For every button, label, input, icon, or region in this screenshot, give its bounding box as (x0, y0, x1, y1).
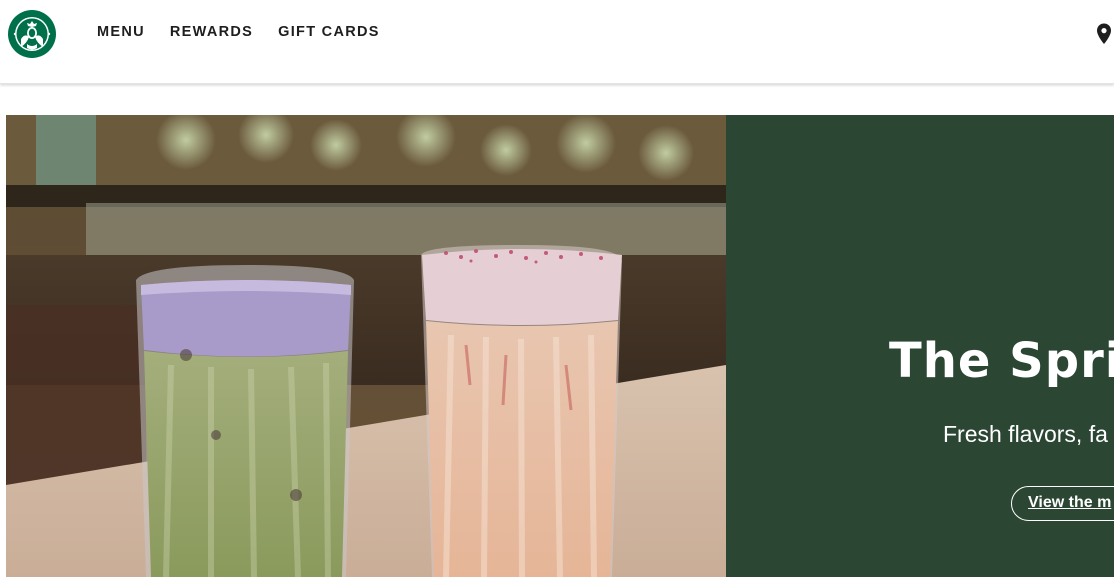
matcha-latte-glass (136, 265, 354, 577)
nav-menu[interactable]: MENU (97, 24, 145, 40)
iced-drinks-image (6, 115, 726, 577)
hero-photo (6, 115, 726, 577)
map-pin-icon[interactable] (1096, 23, 1112, 45)
view-menu-button[interactable]: View the m (1011, 486, 1114, 521)
hero-banner: The Sprin Fresh flavors, fa View the m (6, 115, 1114, 577)
hero-subhead: Fresh flavors, fa (943, 421, 1108, 447)
pink-latte-glass (421, 245, 622, 577)
nav-rewards[interactable]: REWARDS (170, 24, 253, 40)
hero-text-panel: The Sprin Fresh flavors, fa View the m (726, 115, 1114, 577)
site-header: MENU REWARDS GIFT CARDS (0, 0, 1114, 84)
primary-nav: MENU REWARDS GIFT CARDS (97, 24, 380, 40)
starbucks-logo[interactable] (7, 9, 57, 59)
nav-gift-cards[interactable]: GIFT CARDS (278, 24, 380, 40)
hero-headline: The Sprin (889, 333, 1114, 389)
